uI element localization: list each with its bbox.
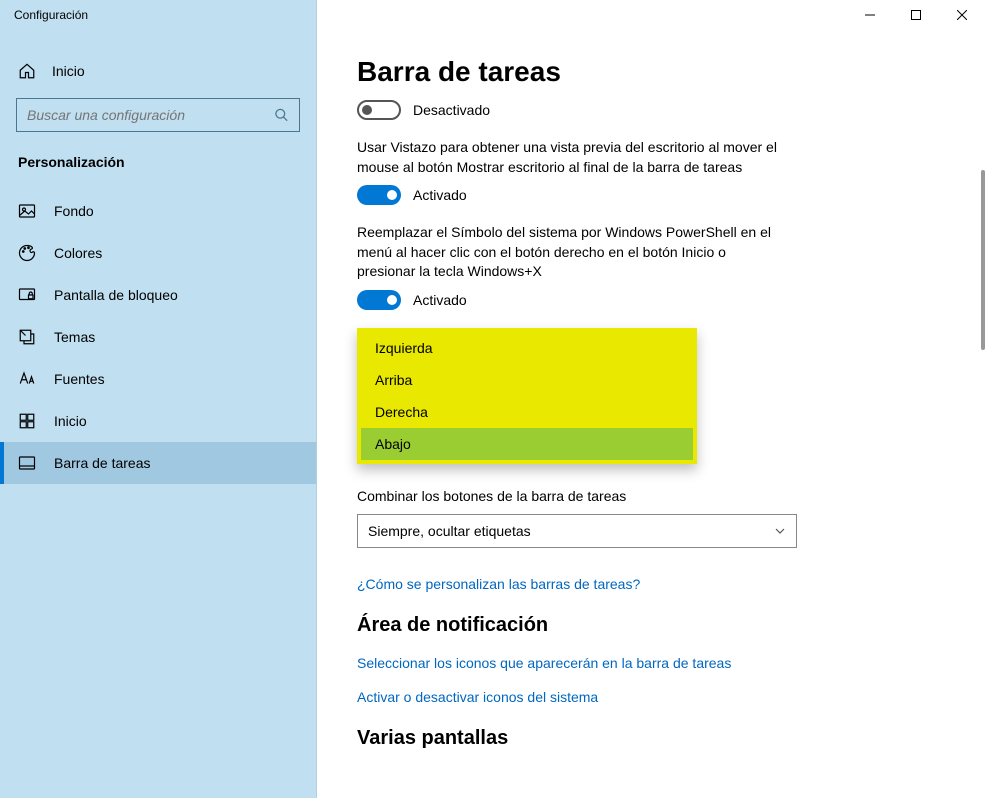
image-icon [18, 202, 36, 220]
sidebar: Inicio Personalización Fondo Colores Pan… [0, 0, 317, 798]
sidebar-item-temas[interactable]: Temas [0, 316, 316, 358]
toggle-state: Activado [413, 292, 467, 308]
chevron-down-icon [774, 525, 786, 537]
search-icon [274, 107, 289, 123]
window-title: Configuración [0, 8, 88, 22]
content-pane: Barra de tareas Desactivado Usar Vistazo… [317, 0, 985, 798]
minimize-button[interactable] [847, 0, 893, 30]
nav-label: Pantalla de bloqueo [54, 287, 178, 303]
sidebar-item-colores[interactable]: Colores [0, 232, 316, 274]
titlebar: Configuración [0, 0, 985, 30]
link-select-icons[interactable]: Seleccionar los iconos que aparecerán en… [357, 655, 945, 671]
page-title: Barra de tareas [357, 56, 945, 88]
sidebar-item-barra-tareas[interactable]: Barra de tareas [0, 442, 316, 484]
search-field[interactable] [27, 107, 274, 123]
home-label: Inicio [52, 63, 85, 79]
dropdown-option-derecha[interactable]: Derecha [361, 396, 693, 428]
select-value: Siempre, ocultar etiquetas [368, 523, 531, 539]
nav-label: Fondo [54, 203, 94, 219]
nav-label: Temas [54, 329, 95, 345]
nav-label: Colores [54, 245, 102, 261]
dropdown-option-abajo[interactable]: Abajo [361, 428, 693, 460]
lockscreen-icon [18, 286, 36, 304]
palette-icon [18, 244, 36, 262]
link-system-icons[interactable]: Activar o desactivar iconos del sistema [357, 689, 945, 705]
themes-icon [18, 328, 36, 346]
dropdown-option-arriba[interactable]: Arriba [361, 364, 693, 396]
nav-label: Inicio [54, 413, 87, 429]
peek-description: Usar Vistazo para obtener una vista prev… [357, 138, 777, 177]
section-heading: Personalización [0, 154, 316, 190]
scrollbar[interactable] [981, 170, 985, 350]
dropdown-option-izquierda[interactable]: Izquierda [361, 332, 693, 364]
notification-area-heading: Área de notificación [357, 614, 945, 637]
help-link-customize[interactable]: ¿Cómo se personalizan las barras de tare… [357, 576, 945, 592]
search-input[interactable] [16, 98, 300, 132]
combine-label: Combinar los botones de la barra de tare… [357, 488, 945, 504]
combine-buttons-select[interactable]: Siempre, ocultar etiquetas [357, 514, 797, 548]
nav-label: Fuentes [54, 371, 105, 387]
sidebar-item-inicio[interactable]: Inicio [0, 400, 316, 442]
nav-label: Barra de tareas [54, 455, 151, 471]
multiple-displays-heading: Varias pantallas [357, 727, 945, 750]
sidebar-item-fondo[interactable]: Fondo [0, 190, 316, 232]
start-icon [18, 412, 36, 430]
powershell-description: Reemplazar el Símbolo del sistema por Wi… [357, 223, 777, 282]
toggle-peek[interactable] [357, 185, 401, 205]
fonts-icon [18, 370, 36, 388]
taskbar-icon [18, 454, 36, 472]
home-icon [18, 62, 36, 80]
close-button[interactable] [939, 0, 985, 30]
toggle-lock-taskbar[interactable] [357, 100, 401, 120]
home-button[interactable]: Inicio [0, 52, 316, 98]
toggle-state: Desactivado [413, 102, 490, 118]
sidebar-item-fuentes[interactable]: Fuentes [0, 358, 316, 400]
sidebar-item-bloqueo[interactable]: Pantalla de bloqueo [0, 274, 316, 316]
toggle-powershell[interactable] [357, 290, 401, 310]
toggle-state: Activado [413, 187, 467, 203]
maximize-button[interactable] [893, 0, 939, 30]
taskbar-position-dropdown[interactable]: Izquierda Arriba Derecha Abajo [357, 328, 697, 464]
